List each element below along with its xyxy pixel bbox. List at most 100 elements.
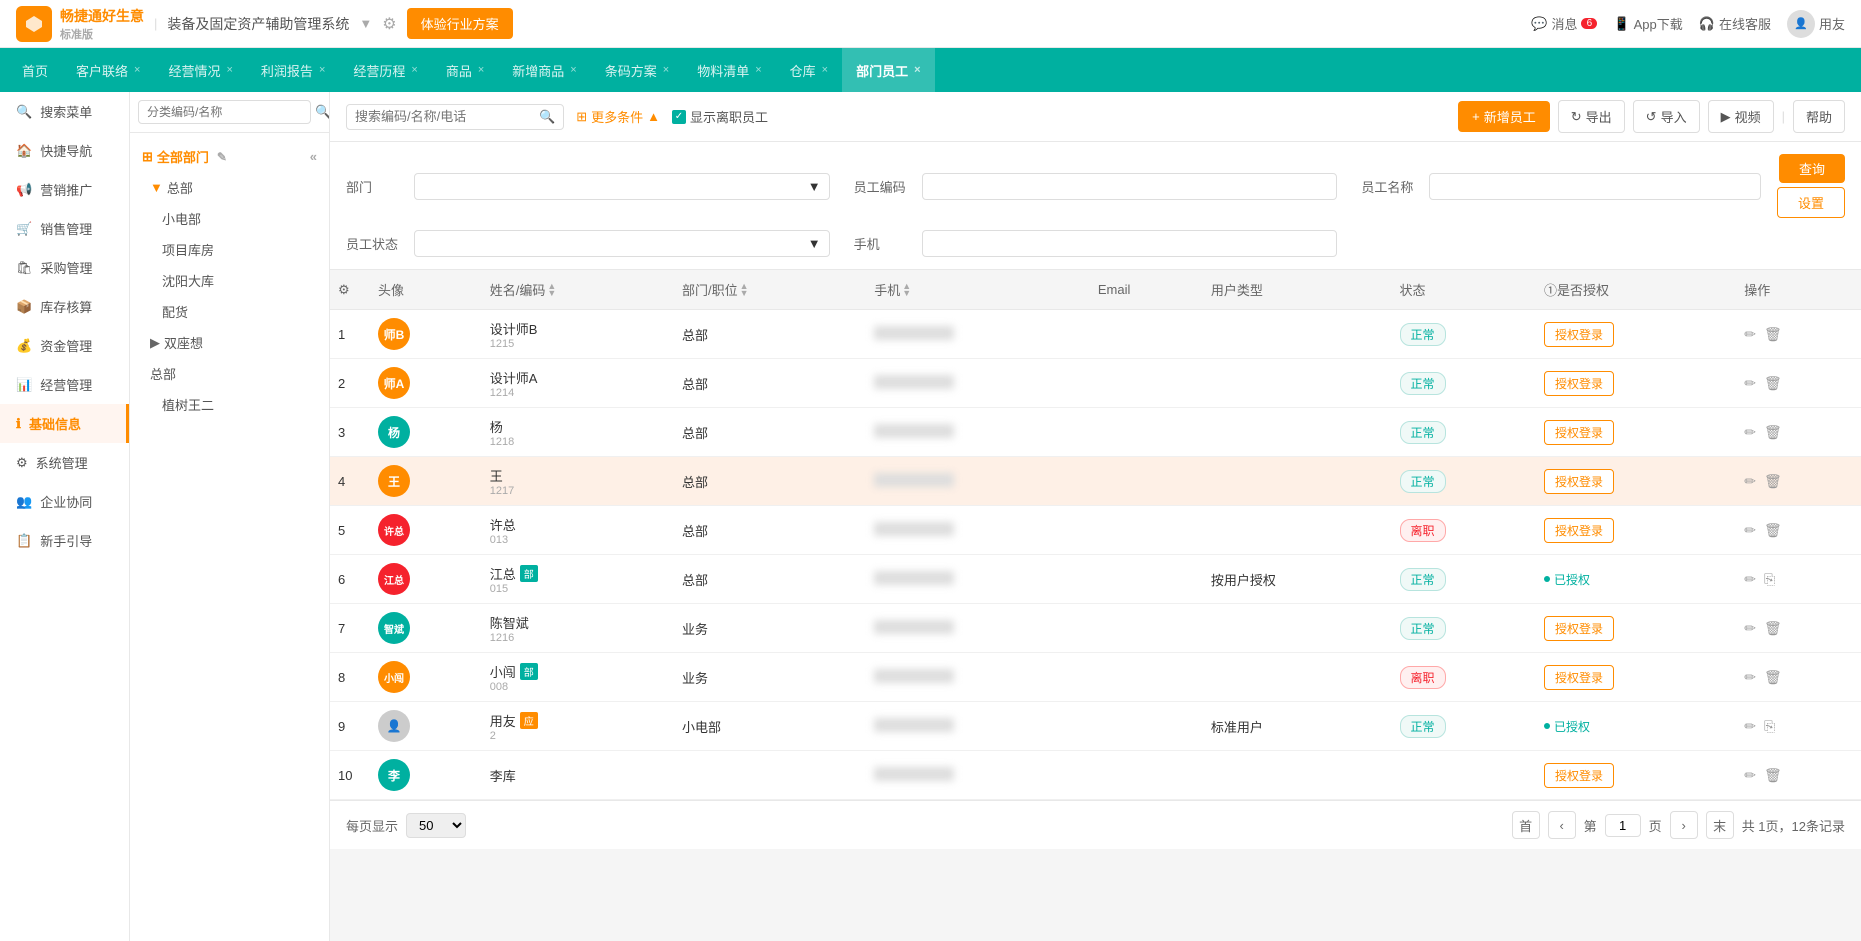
name-sort[interactable]: 姓名/编码 ▲▼ bbox=[490, 280, 557, 299]
col-phone[interactable]: 手机 ▲▼ bbox=[866, 270, 1090, 310]
search-btn-icon[interactable]: 🔍 bbox=[539, 109, 555, 125]
settings-col-icon[interactable]: ⚙ bbox=[338, 282, 350, 297]
sidebar-item-basic[interactable]: ℹ 基础信息 bbox=[0, 404, 129, 443]
phone-sort[interactable]: 手机 ▲▼ bbox=[874, 280, 911, 299]
authorize-button[interactable]: 授权登录 bbox=[1544, 371, 1614, 396]
prev-page-button[interactable]: ‹ bbox=[1548, 811, 1576, 839]
add-employee-button[interactable]: + 新增员工 bbox=[1458, 101, 1550, 132]
edit-icon[interactable]: ✏ bbox=[1744, 473, 1756, 490]
dept-search-icon[interactable]: 🔍 bbox=[315, 104, 330, 120]
sidebar-item-sales[interactable]: 🛒 销售管理 bbox=[0, 209, 129, 248]
edit-icon[interactable]: ✎ bbox=[217, 150, 227, 164]
authorize-button[interactable]: 授权登录 bbox=[1544, 469, 1614, 494]
app-download-button[interactable]: 📱 App下载 bbox=[1613, 14, 1682, 33]
tab-profit[interactable]: 利润报告 × bbox=[247, 48, 339, 92]
help-button[interactable]: 帮助 bbox=[1793, 100, 1845, 133]
authorize-button[interactable]: 授权登录 bbox=[1544, 322, 1614, 347]
emp-status-select[interactable]: ▼ bbox=[414, 230, 830, 257]
edit-icon[interactable]: ✏ bbox=[1744, 522, 1756, 539]
dept-sub-shenyang[interactable]: 沈阳大库 bbox=[130, 265, 329, 296]
delete-icon[interactable]: 🗑 bbox=[1764, 424, 1782, 441]
tab-warehouse[interactable]: 仓库 × bbox=[776, 48, 842, 92]
edit-icon[interactable]: ✏ bbox=[1744, 424, 1756, 441]
close-icon[interactable]: × bbox=[570, 64, 576, 76]
all-dept-item[interactable]: ⊞ 全部部门 ✎ « bbox=[130, 141, 329, 172]
user-button[interactable]: 👤 用友 bbox=[1787, 10, 1845, 38]
col-name[interactable]: 姓名/编码 ▲▼ bbox=[482, 270, 674, 310]
tab-employees[interactable]: 部门员工 × bbox=[842, 48, 934, 92]
message-button[interactable]: 💬 消息 6 bbox=[1531, 14, 1597, 33]
close-icon[interactable]: × bbox=[663, 64, 669, 76]
edit-icon[interactable]: ✏ bbox=[1744, 326, 1756, 343]
close-icon[interactable]: × bbox=[478, 64, 484, 76]
sidebar-item-system[interactable]: ⚙ 系统管理 bbox=[0, 443, 129, 482]
dept-sub-zhishu[interactable]: 植树王二 bbox=[130, 389, 329, 420]
sidebar-item-guide[interactable]: 📋 新手引导 bbox=[0, 521, 129, 560]
tab-new-product[interactable]: 新增商品 × bbox=[498, 48, 590, 92]
close-icon[interactable]: × bbox=[226, 64, 232, 76]
close-icon[interactable]: × bbox=[822, 64, 828, 76]
edit-icon[interactable]: ✏ bbox=[1744, 571, 1756, 588]
delete-icon[interactable]: 🗑 bbox=[1764, 620, 1782, 637]
tab-customer[interactable]: 客户联络 × bbox=[62, 48, 154, 92]
edit-icon[interactable]: ✏ bbox=[1744, 620, 1756, 637]
close-icon[interactable]: × bbox=[755, 64, 761, 76]
search-button[interactable]: 查询 bbox=[1779, 154, 1845, 183]
sidebar-item-search[interactable]: 🔍 搜索菜单 bbox=[0, 92, 129, 131]
page-number-input[interactable] bbox=[1605, 814, 1641, 837]
tab-barcode[interactable]: 条码方案 × bbox=[591, 48, 683, 92]
copy-icon[interactable]: ⎘ bbox=[1764, 571, 1775, 588]
import-button[interactable]: ↺ 导入 bbox=[1633, 100, 1700, 133]
dept-sub-xiaodian[interactable]: 小电部 bbox=[130, 203, 329, 234]
sidebar-item-purchase[interactable]: 🛍 采购管理 bbox=[0, 248, 129, 287]
emp-code-input[interactable] bbox=[922, 173, 1338, 200]
dept-sub-project[interactable]: 项目库房 bbox=[130, 234, 329, 265]
setup-button[interactable]: 设置 bbox=[1777, 187, 1845, 218]
video-button[interactable]: ▶ 视频 bbox=[1708, 100, 1774, 133]
authorize-button[interactable]: 授权登录 bbox=[1544, 518, 1614, 543]
employee-search-input[interactable] bbox=[355, 109, 535, 124]
more-conditions-btn[interactable]: ⊞ 更多条件 ▲ bbox=[576, 107, 660, 126]
dept-sub-peihuo[interactable]: 配货 bbox=[130, 296, 329, 327]
dept-search-input[interactable] bbox=[138, 100, 311, 124]
delete-icon[interactable]: 🗑 bbox=[1764, 669, 1782, 686]
sidebar-item-nav[interactable]: 🏠 快捷导航 bbox=[0, 131, 129, 170]
first-page-button[interactable]: 首 bbox=[1512, 811, 1540, 839]
edit-icon[interactable]: ✏ bbox=[1744, 767, 1756, 784]
tab-bom[interactable]: 物料清单 × bbox=[683, 48, 775, 92]
trial-button[interactable]: 体验行业方案 bbox=[407, 8, 513, 39]
authorize-button[interactable]: 授权登录 bbox=[1544, 420, 1614, 445]
delete-icon[interactable]: 🗑 bbox=[1764, 522, 1782, 539]
sidebar-item-marketing[interactable]: 📢 营销推广 bbox=[0, 170, 129, 209]
dept-sort[interactable]: 部门/职位 ▲▼ bbox=[682, 280, 749, 299]
tab-journey[interactable]: 经营历程 × bbox=[339, 48, 431, 92]
tab-business[interactable]: 经营情况 × bbox=[154, 48, 246, 92]
dept-item-zongbu[interactable]: ▼ 总部 bbox=[130, 172, 329, 203]
delete-icon[interactable]: 🗑 bbox=[1764, 473, 1782, 490]
service-button[interactable]: 🎧 在线客服 bbox=[1699, 14, 1771, 33]
edit-icon[interactable]: ✏ bbox=[1744, 718, 1756, 735]
next-page-button[interactable]: › bbox=[1670, 811, 1698, 839]
tab-home[interactable]: 首页 bbox=[8, 48, 62, 92]
emp-name-input[interactable] bbox=[1429, 173, 1761, 200]
authorize-button[interactable]: 授权登录 bbox=[1544, 763, 1614, 788]
close-icon[interactable]: × bbox=[134, 64, 140, 76]
sidebar-item-inventory[interactable]: 📦 库存核算 bbox=[0, 287, 129, 326]
sidebar-item-management[interactable]: 📊 经营管理 bbox=[0, 365, 129, 404]
sidebar-item-finance[interactable]: 💰 资金管理 bbox=[0, 326, 129, 365]
last-page-button[interactable]: 末 bbox=[1706, 811, 1734, 839]
dept-select[interactable]: ▼ bbox=[414, 173, 830, 200]
tab-products[interactable]: 商品 × bbox=[432, 48, 498, 92]
export-button[interactable]: ↻ 导出 bbox=[1558, 100, 1625, 133]
col-dept[interactable]: 部门/职位 ▲▼ bbox=[674, 270, 866, 310]
authorize-button[interactable]: 授权登录 bbox=[1544, 665, 1614, 690]
show-resigned-checkbox[interactable]: ✓ 显示离职员工 bbox=[672, 107, 768, 126]
close-icon[interactable]: × bbox=[914, 64, 920, 76]
edit-icon[interactable]: ✏ bbox=[1744, 669, 1756, 686]
sidebar-item-collab[interactable]: 👥 企业协同 bbox=[0, 482, 129, 521]
delete-icon[interactable]: 🗑 bbox=[1764, 375, 1782, 392]
edit-icon[interactable]: ✏ bbox=[1744, 375, 1756, 392]
dept-item-zongbu2[interactable]: 总部 bbox=[130, 358, 329, 389]
copy-icon[interactable]: ⎘ bbox=[1764, 718, 1775, 735]
col-settings[interactable]: ⚙ bbox=[330, 270, 370, 310]
